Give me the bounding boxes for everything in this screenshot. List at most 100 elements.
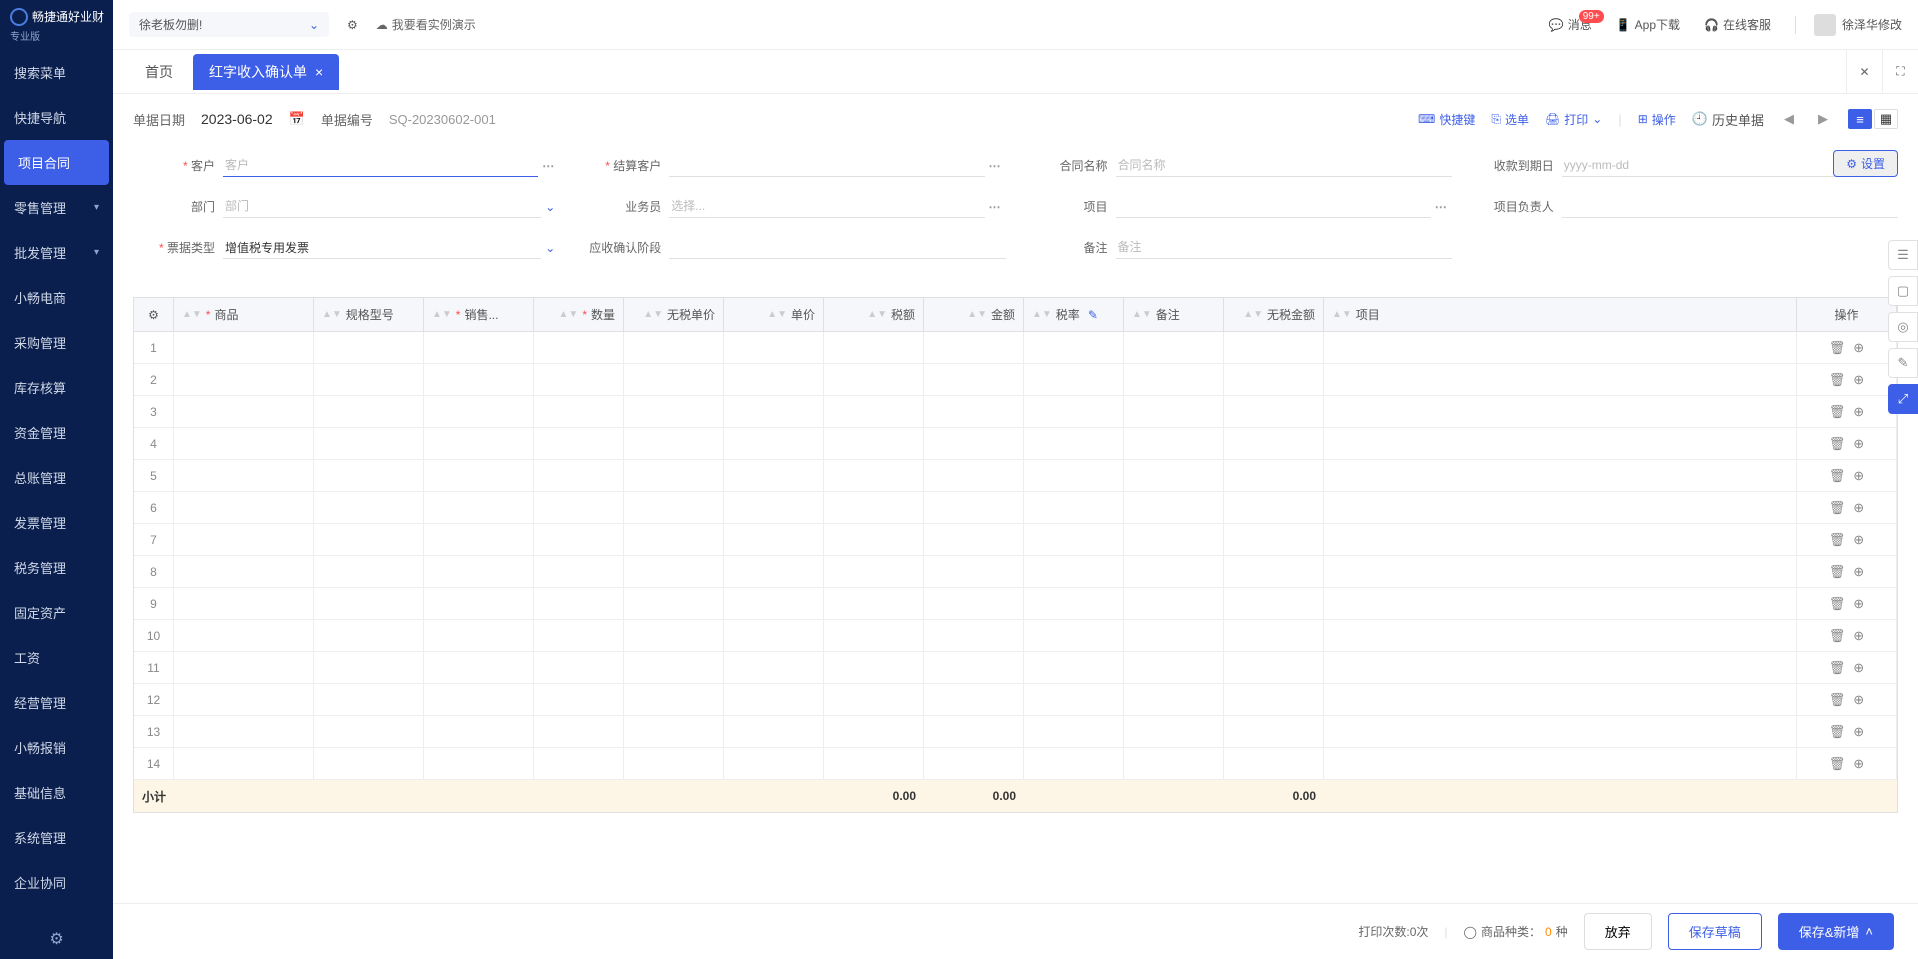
rail-item-2[interactable]: ▢ bbox=[1888, 276, 1918, 306]
edit-icon[interactable]: ✎ bbox=[1088, 308, 1098, 322]
hotkey-button[interactable]: ⌨快捷键 bbox=[1418, 111, 1475, 128]
remark-input[interactable] bbox=[1116, 236, 1452, 259]
view-list[interactable]: ≡ bbox=[1848, 109, 1872, 129]
col-amount[interactable]: ▲▼金额 bbox=[924, 298, 1024, 331]
sidebar-settings[interactable]: ⚙ bbox=[0, 919, 113, 959]
discard-button[interactable]: 放弃 bbox=[1584, 913, 1652, 950]
add-row-icon[interactable]: ⊕ bbox=[1853, 564, 1864, 580]
tenant-settings[interactable]: ⚙ bbox=[341, 18, 364, 32]
sidebar-item-1[interactable]: 快捷导航 bbox=[0, 95, 113, 140]
delete-row-icon[interactable]: 🗑 bbox=[1829, 468, 1846, 484]
contract-name-input[interactable] bbox=[1116, 154, 1452, 177]
add-row-icon[interactable]: ⊕ bbox=[1853, 468, 1864, 484]
table-row[interactable]: 10🗑⊕ bbox=[134, 620, 1897, 652]
invoice-type-input[interactable] bbox=[223, 236, 541, 259]
col-price[interactable]: ▲▼单价 bbox=[724, 298, 824, 331]
sidebar-item-9[interactable]: 总账管理 bbox=[0, 455, 113, 500]
sidebar-item-14[interactable]: 经营管理 bbox=[0, 680, 113, 725]
browse-icon[interactable]: ⋯ bbox=[985, 200, 1006, 214]
add-row-icon[interactable]: ⊕ bbox=[1853, 340, 1864, 356]
col-product[interactable]: ▲▼*商品 bbox=[174, 298, 314, 331]
sidebar-item-16[interactable]: 基础信息 bbox=[0, 770, 113, 815]
col-sale[interactable]: ▲▼*销售... bbox=[424, 298, 534, 331]
delete-row-icon[interactable]: 🗑 bbox=[1829, 404, 1846, 420]
tab-close-all[interactable]: ✕ bbox=[1846, 50, 1882, 93]
delete-row-icon[interactable]: 🗑 bbox=[1829, 340, 1846, 356]
history-button[interactable]: 🕘历史单据 bbox=[1692, 110, 1764, 129]
project-owner-input[interactable] bbox=[1562, 195, 1898, 218]
add-row-icon[interactable]: ⊕ bbox=[1853, 596, 1864, 612]
table-row[interactable]: 12🗑⊕ bbox=[134, 684, 1897, 716]
add-row-icon[interactable]: ⊕ bbox=[1853, 628, 1864, 644]
tab-fullscreen[interactable]: ⛶ bbox=[1882, 50, 1918, 93]
tab-0[interactable]: 首页 bbox=[129, 54, 189, 90]
support-button[interactable]: 🎧 在线客服 bbox=[1698, 16, 1777, 33]
delete-row-icon[interactable]: 🗑 bbox=[1829, 372, 1846, 388]
operate-button[interactable]: ⊞操作 bbox=[1638, 111, 1676, 128]
browse-icon[interactable]: ⋯ bbox=[1431, 200, 1452, 214]
delete-row-icon[interactable]: 🗑 bbox=[1829, 436, 1846, 452]
calendar-icon[interactable]: 📅 bbox=[289, 111, 305, 127]
delete-row-icon[interactable]: 🗑 bbox=[1829, 628, 1846, 644]
delete-row-icon[interactable]: 🗑 bbox=[1829, 724, 1846, 740]
sidebar-item-0[interactable]: 搜索菜单 bbox=[0, 50, 113, 95]
save-new-button[interactable]: 保存&新增 ˄ bbox=[1778, 913, 1894, 950]
rail-item-1[interactable]: ☰ bbox=[1888, 240, 1918, 270]
sidebar-item-13[interactable]: 工资 bbox=[0, 635, 113, 680]
add-row-icon[interactable]: ⊕ bbox=[1853, 500, 1864, 516]
department-input[interactable] bbox=[223, 195, 541, 218]
confirm-stage-input[interactable] bbox=[669, 236, 1005, 259]
table-row[interactable]: 4🗑⊕ bbox=[134, 428, 1897, 460]
close-icon[interactable]: × bbox=[315, 64, 323, 80]
add-row-icon[interactable]: ⊕ bbox=[1853, 532, 1864, 548]
add-row-icon[interactable]: ⊕ bbox=[1853, 436, 1864, 452]
col-spec[interactable]: ▲▼规格型号 bbox=[314, 298, 424, 331]
delete-row-icon[interactable]: 🗑 bbox=[1829, 692, 1846, 708]
add-row-icon[interactable]: ⊕ bbox=[1853, 372, 1864, 388]
sidebar-item-7[interactable]: 库存核算 bbox=[0, 365, 113, 410]
print-button[interactable]: 🖨打印 ⌄ bbox=[1545, 111, 1602, 128]
sidebar-item-15[interactable]: 小畅报销 bbox=[0, 725, 113, 770]
tab-1[interactable]: 红字收入确认单× bbox=[193, 54, 339, 90]
col-qty[interactable]: ▲▼*数量 bbox=[534, 298, 624, 331]
sidebar-item-6[interactable]: 采购管理 bbox=[0, 320, 113, 365]
sidebar-item-18[interactable]: 企业协同 bbox=[0, 860, 113, 905]
table-row[interactable]: 6🗑⊕ bbox=[134, 492, 1897, 524]
settle-customer-input[interactable] bbox=[669, 154, 984, 177]
save-draft-button[interactable]: 保存草稿 bbox=[1668, 913, 1762, 950]
sidebar-item-4[interactable]: 批发管理▾ bbox=[0, 230, 113, 275]
sidebar-item-19[interactable]: 新手引导 bbox=[0, 905, 113, 919]
table-row[interactable]: 14🗑⊕ bbox=[134, 748, 1897, 780]
customer-input[interactable] bbox=[223, 154, 538, 177]
demo-link[interactable]: ☁ 我要看实例演示 bbox=[376, 16, 476, 33]
select-order-button[interactable]: ⎘选单 bbox=[1491, 111, 1529, 128]
delete-row-icon[interactable]: 🗑 bbox=[1829, 500, 1846, 516]
sidebar-item-3[interactable]: 零售管理▾ bbox=[0, 185, 113, 230]
rail-item-4[interactable]: ✎ bbox=[1888, 348, 1918, 378]
settings-button[interactable]: ⚙ 设置 bbox=[1833, 150, 1898, 177]
due-date-input[interactable] bbox=[1562, 154, 1875, 177]
sidebar-item-8[interactable]: 资金管理 bbox=[0, 410, 113, 455]
column-settings[interactable]: ⚙ bbox=[134, 298, 174, 331]
table-row[interactable]: 1🗑⊕ bbox=[134, 332, 1897, 364]
table-row[interactable]: 5🗑⊕ bbox=[134, 460, 1897, 492]
sidebar-item-5[interactable]: 小畅电商 bbox=[0, 275, 113, 320]
sidebar-item-17[interactable]: 系统管理 bbox=[0, 815, 113, 860]
sidebar-item-10[interactable]: 发票管理 bbox=[0, 500, 113, 545]
app-download[interactable]: 📱 App下载 bbox=[1610, 16, 1686, 33]
browse-icon[interactable]: ⋯ bbox=[985, 159, 1006, 173]
add-row-icon[interactable]: ⊕ bbox=[1853, 756, 1864, 772]
delete-row-icon[interactable]: 🗑 bbox=[1829, 596, 1846, 612]
delete-row-icon[interactable]: 🗑 bbox=[1829, 756, 1846, 772]
sidebar-item-11[interactable]: 税务管理 bbox=[0, 545, 113, 590]
prev-record[interactable]: ◀ bbox=[1780, 111, 1798, 127]
chevron-down-icon[interactable]: ⌄ bbox=[541, 200, 559, 214]
chevron-down-icon[interactable]: ⌄ bbox=[541, 241, 559, 255]
col-notax-price[interactable]: ▲▼无税单价 bbox=[624, 298, 724, 331]
add-row-icon[interactable]: ⊕ bbox=[1853, 692, 1864, 708]
table-row[interactable]: 2🗑⊕ bbox=[134, 364, 1897, 396]
user-menu[interactable]: 徐泽华修改 bbox=[1814, 14, 1902, 36]
add-row-icon[interactable]: ⊕ bbox=[1853, 660, 1864, 676]
messages-button[interactable]: 💬 消息 99+ bbox=[1543, 16, 1598, 33]
add-row-icon[interactable]: ⊕ bbox=[1853, 724, 1864, 740]
